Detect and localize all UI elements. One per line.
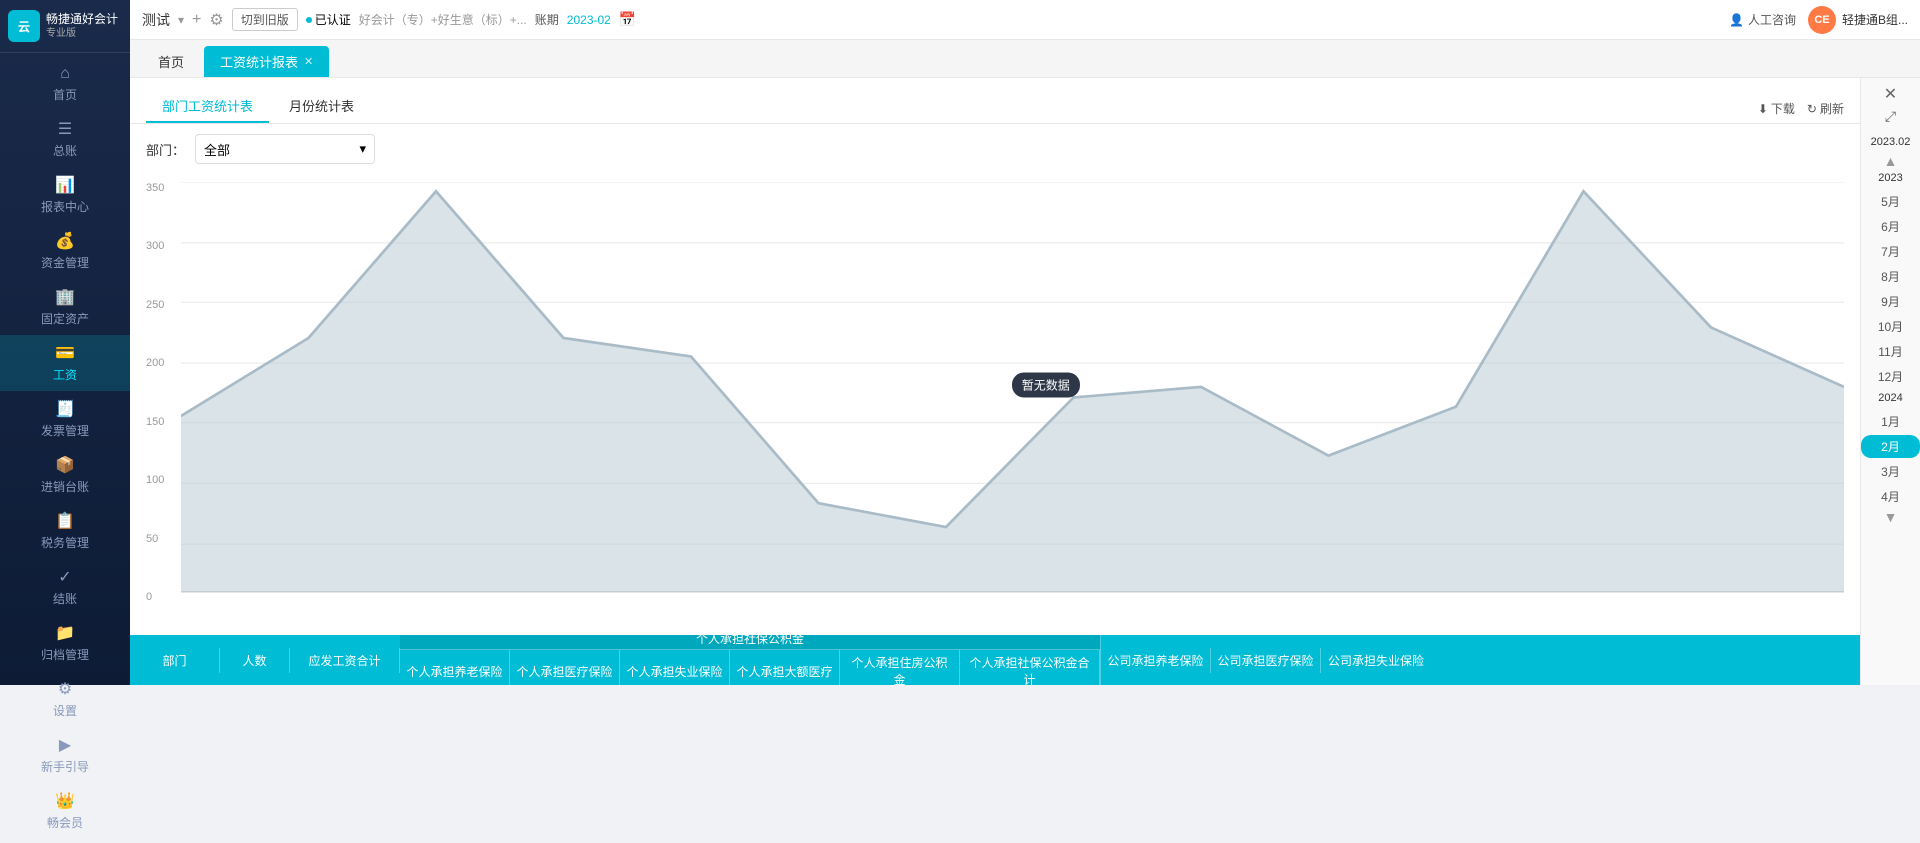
avatar: CE bbox=[1808, 6, 1836, 34]
logo-text: 畅捷通好会计 专业版 bbox=[46, 12, 118, 41]
month-sep[interactable]: 9月 bbox=[1861, 290, 1920, 313]
user-name: 轻捷通B组... bbox=[1842, 11, 1908, 28]
th-total-salary: 应发工资合计 bbox=[290, 648, 400, 673]
sidebar-item-capital[interactable]: 💰资金管理 bbox=[0, 223, 130, 279]
main-area: 测试 ▾ + ⚙ 切到旧版 已认证 好会计（专）+好生意（标）+... 账期 2… bbox=[130, 0, 1920, 685]
th-personal-major-medical: 个人承担大额医疗 bbox=[730, 650, 840, 685]
sub-tab-dept[interactable]: 部门工资统计表 bbox=[146, 90, 269, 123]
th-company-pension: 公司承担养老保险 bbox=[1101, 648, 1211, 673]
header: 测试 ▾ + ⚙ 切到旧版 已认证 好会计（专）+好生意（标）+... 账期 2… bbox=[130, 0, 1920, 40]
sidebar-item-member[interactable]: 👑畅会员 bbox=[0, 783, 130, 839]
th-personal-unemployment: 个人承担失业保险 bbox=[620, 650, 730, 685]
period-value: 2023-02 bbox=[567, 13, 611, 27]
sidebar-nav: ⌂首页 ☰总账 📊报表中心 💰资金管理 🏢固定资产 💳工资 🧾发票管理 📦进销台… bbox=[0, 53, 130, 843]
month-jun[interactable]: 6月 bbox=[1861, 215, 1920, 238]
chart-svg bbox=[181, 182, 1844, 605]
th-dept: 部门 bbox=[130, 648, 220, 673]
year-2024-label: 2024 bbox=[1874, 389, 1906, 407]
right-panel: ✕ ⤢ 2023.02 ▲ 2023 5月 6月 7月 8月 9月 10月 11… bbox=[1860, 78, 1920, 685]
sidebar-item-home[interactable]: ⌂首页 bbox=[0, 57, 130, 111]
dept-filter-select[interactable]: 全部 ▾ bbox=[195, 134, 375, 164]
th-personal-medical: 个人承担医疗保险 bbox=[510, 650, 620, 685]
help-button[interactable]: 👤 人工咨询 bbox=[1729, 11, 1796, 28]
month-aug[interactable]: 8月 bbox=[1861, 265, 1920, 288]
sidebar-item-archive[interactable]: 📁归档管理 bbox=[0, 615, 130, 671]
content-main: 部门工资统计表 月份统计表 ⬇ 下载 ↻ 刷新 部门： bbox=[130, 78, 1860, 685]
th-company-unemployment: 公司承担失业保险 bbox=[1321, 648, 1431, 673]
sidebar-item-settle[interactable]: ✓结账 bbox=[0, 559, 130, 615]
year-2023-label: 2023 bbox=[1874, 169, 1906, 187]
month-dec[interactable]: 12月 bbox=[1861, 365, 1920, 388]
chart-y-labels: 350 300 250 200 150 100 50 0 bbox=[146, 182, 164, 605]
chart-svg-area: 暂无数据 bbox=[181, 182, 1844, 605]
sidebar: 云 畅捷通好会计 专业版 ⌂首页 ☰总账 📊报表中心 💰资金管理 🏢固定资产 💳… bbox=[0, 0, 130, 685]
download-icon: ⬇ bbox=[1758, 102, 1768, 116]
sidebar-item-invoice[interactable]: 🧾发票管理 bbox=[0, 391, 130, 447]
settings-button[interactable]: ⚙ bbox=[209, 10, 223, 30]
th-personal-housing: 个人承担住房公积金 bbox=[840, 650, 960, 685]
download-button[interactable]: ⬇ 下载 bbox=[1758, 100, 1795, 117]
sidebar-item-salary[interactable]: 💳工资 bbox=[0, 335, 130, 391]
refresh-icon: ↻ bbox=[1807, 102, 1817, 116]
month-oct[interactable]: 10月 bbox=[1861, 315, 1920, 338]
sidebar-item-assets[interactable]: 🏢固定资产 bbox=[0, 279, 130, 335]
nav-down-button[interactable]: ▼ bbox=[1884, 509, 1898, 525]
nav-up-button[interactable]: ▲ bbox=[1884, 153, 1898, 169]
month-mar[interactable]: 3月 bbox=[1861, 460, 1920, 483]
sub-tab-monthly[interactable]: 月份统计表 bbox=[273, 90, 370, 123]
tab-bar: 首页 工资统计报表 ✕ bbox=[130, 40, 1920, 78]
sidebar-logo: 云 畅捷通好会计 专业版 bbox=[0, 0, 130, 53]
th-group-personal: 个人承担社保公积金 个人承担养老保险 个人承担医疗保险 个人承担失业保险 个人承… bbox=[400, 635, 1101, 685]
sidebar-item-settings[interactable]: ⚙设置 bbox=[0, 671, 130, 727]
sidebar-item-purchase[interactable]: 📦进销台账 bbox=[0, 447, 130, 503]
panel-close-button[interactable]: ✕ bbox=[1884, 84, 1897, 104]
switch-old-version-button[interactable]: 切到旧版 bbox=[232, 8, 298, 31]
sub-tabs: 部门工资统计表 月份统计表 ⬇ 下载 ↻ 刷新 bbox=[130, 78, 1860, 124]
month-apr[interactable]: 4月 bbox=[1861, 485, 1920, 508]
certified-dot bbox=[306, 17, 312, 23]
tab-home[interactable]: 首页 bbox=[142, 46, 200, 77]
panel-expand-button[interactable]: ⤢ bbox=[1885, 108, 1896, 125]
chevron-down-icon: ▾ bbox=[359, 141, 366, 157]
tab-salary-report[interactable]: 工资统计报表 ✕ bbox=[204, 46, 329, 77]
content-area: 部门工资统计表 月份统计表 ⬇ 下载 ↻ 刷新 部门： bbox=[130, 78, 1920, 685]
chart-container: 350 300 250 200 150 100 50 0 bbox=[146, 182, 1844, 635]
chart-area: 350 300 250 200 150 100 50 0 bbox=[130, 174, 1860, 635]
year-display: 2023.02 bbox=[1867, 133, 1915, 151]
th-company-medical: 公司承担医疗保险 bbox=[1211, 648, 1321, 673]
sidebar-item-report[interactable]: 📊报表中心 bbox=[0, 167, 130, 223]
table-header: 部门 人数 应发工资合计 个人承担社保公积金 个人承担养老保险 个人承担医疗保险 bbox=[130, 635, 1860, 685]
tab-close-icon[interactable]: ✕ bbox=[304, 55, 313, 68]
sidebar-item-guide[interactable]: ▶新手引导 bbox=[0, 727, 130, 783]
sub-tabs-left: 部门工资统计表 月份统计表 bbox=[146, 90, 370, 123]
header-right: 👤 人工咨询 CE 轻捷通B组... bbox=[1729, 6, 1908, 34]
sub-tabs-right: ⬇ 下载 ↻ 刷新 bbox=[1758, 100, 1844, 123]
th-group-cols: 个人承担养老保险 个人承担医疗保险 个人承担失业保险 个人承担大额医疗 个人承担… bbox=[400, 650, 1100, 685]
month-jan[interactable]: 1月 bbox=[1861, 410, 1920, 433]
th-personal-pension: 个人承担养老保险 bbox=[400, 650, 510, 685]
filter-bar: 部门： 全部 ▾ bbox=[130, 124, 1860, 174]
sidebar-item-ledger[interactable]: ☰总账 bbox=[0, 111, 130, 167]
refresh-button[interactable]: ↻ 刷新 bbox=[1807, 100, 1844, 117]
help-icon: 👤 bbox=[1729, 13, 1744, 27]
header-title: 测试 bbox=[142, 10, 170, 30]
calendar-icon[interactable]: 📅 bbox=[619, 11, 636, 28]
month-nov[interactable]: 11月 bbox=[1861, 340, 1920, 363]
month-jul[interactable]: 7月 bbox=[1861, 240, 1920, 263]
th-personal-total: 个人承担社保公积金合计 bbox=[960, 650, 1100, 685]
user-menu[interactable]: CE 轻捷通B组... bbox=[1808, 6, 1908, 34]
add-button[interactable]: + bbox=[192, 11, 201, 29]
month-may[interactable]: 5月 bbox=[1861, 190, 1920, 213]
logo-icon: 云 bbox=[8, 10, 40, 42]
month-feb-active[interactable]: 2月 bbox=[1861, 435, 1920, 458]
header-dropdown-arrow[interactable]: ▾ bbox=[178, 13, 184, 27]
dept-filter-label: 部门： bbox=[146, 140, 185, 159]
certified-badge: 已认证 bbox=[306, 11, 351, 28]
th-count: 人数 bbox=[220, 648, 290, 673]
sidebar-item-tax[interactable]: 📋税务管理 bbox=[0, 503, 130, 559]
period-label: 账期 bbox=[535, 11, 559, 28]
